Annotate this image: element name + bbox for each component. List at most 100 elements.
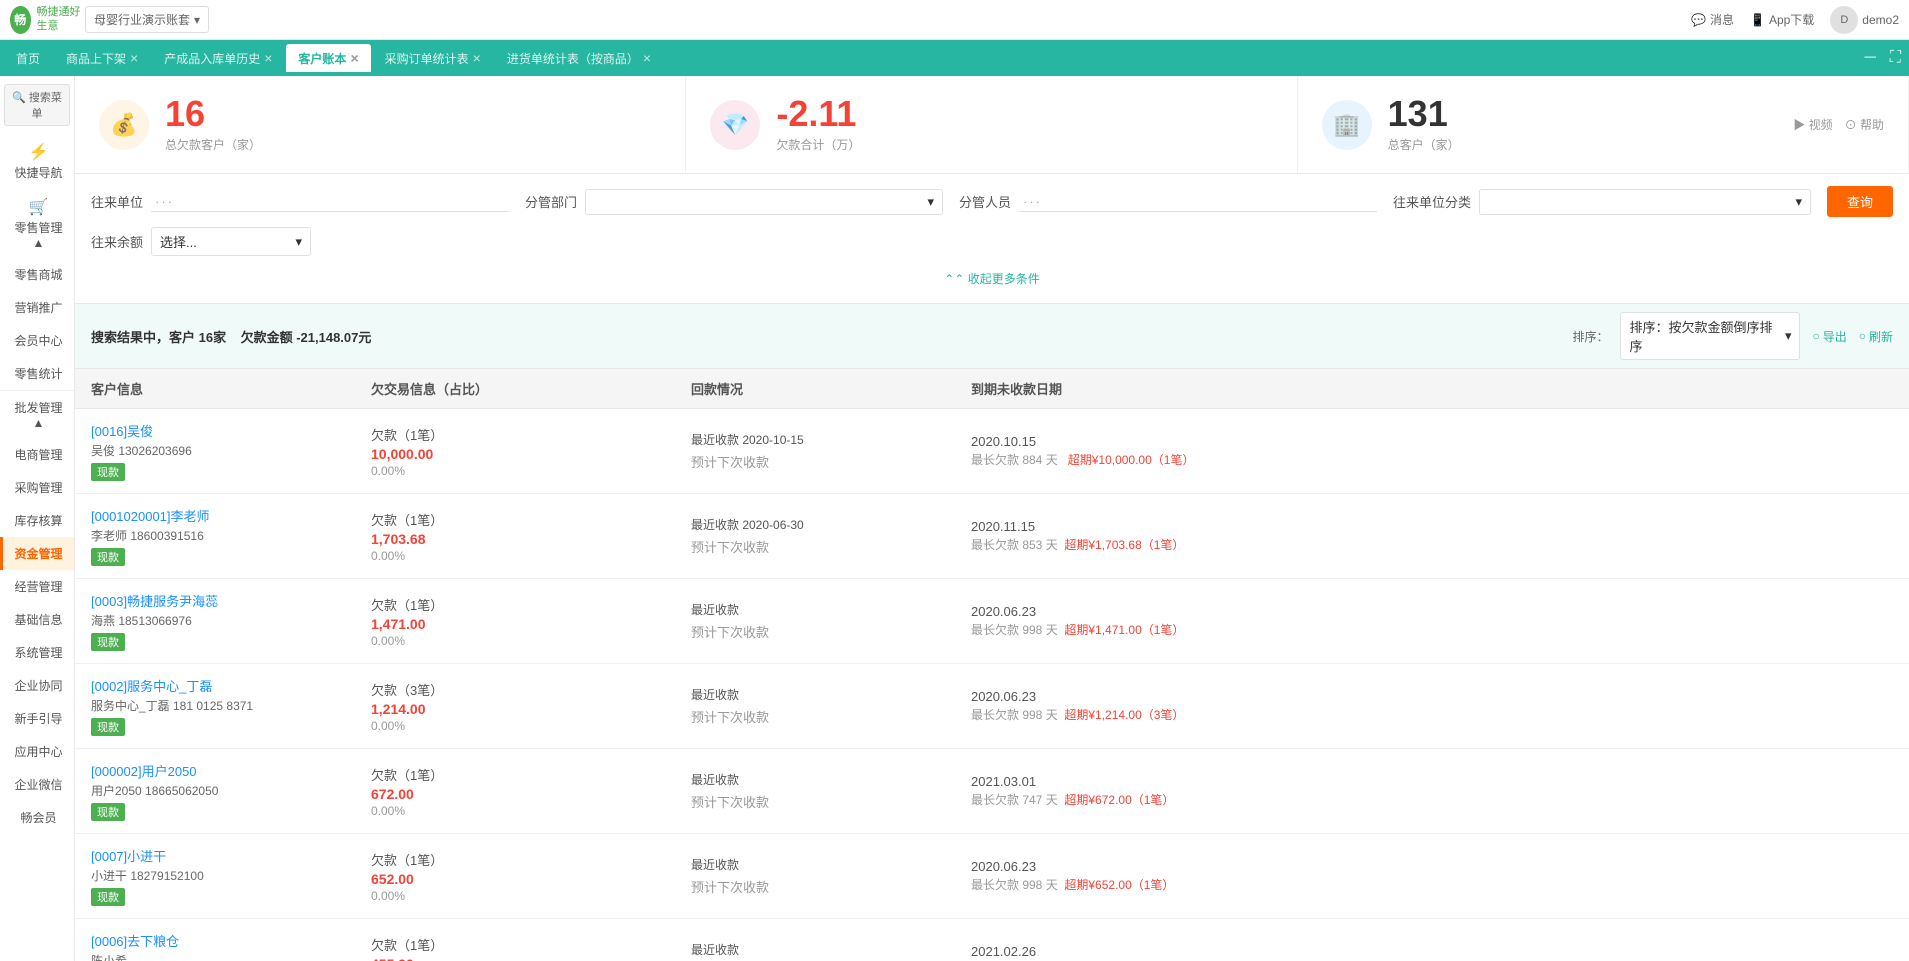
overdue-link[interactable]: 超期¥672.00（1笔） (1064, 793, 1174, 807)
data-table: 客户信息 欠交易信息（占比） 回款情况 到期未收款日期 [0016]吴俊 吴俊 … (75, 369, 1909, 961)
tab-close-purchase-order[interactable]: × (473, 51, 481, 65)
customer-name[interactable]: [000002]用户2050 (91, 761, 371, 780)
overdue-link[interactable]: 超期¥1,214.00（3笔） (1064, 708, 1184, 722)
chevron-down-icon: ▾ (194, 13, 200, 27)
user-menu[interactable]: D demo2 (1830, 6, 1899, 34)
tab-close-product-history[interactable]: × (264, 51, 272, 65)
customer-name[interactable]: [0001020001]李老师 (91, 506, 371, 525)
col-customer-info: 客户信息 (91, 379, 371, 398)
table-header: 客户信息 欠交易信息（占比） 回款情况 到期未收款日期 (75, 369, 1909, 409)
tab-close-import-stats[interactable]: × (643, 51, 651, 65)
sidebar-item-app-center[interactable]: 应用中心 (0, 735, 74, 768)
customer-tag: 现款 (91, 633, 125, 651)
overdue-cell: 2020.10.15 最长欠款 884 天 超期¥10,000.00（1笔） (971, 434, 1893, 468)
sidebar-item-batch-mgmt[interactable]: 批发管理 ▲ (0, 391, 74, 438)
tab-purchase-order[interactable]: 采购订单统计表 × (373, 44, 493, 72)
table-row: [0003]畅捷服务尹海蕊 海燕 18513066976 现款 欠款（1笔） 1… (75, 579, 1909, 664)
search-menu-button[interactable]: 🔍 搜索菜单 (4, 84, 70, 126)
stats-row: 💰 16 总欠款客户（家） 💎 -2.11 欠款合计（万） 🏢 131 总客户（… (75, 76, 1909, 174)
overdue-link[interactable]: 超期¥652.00（1笔） (1064, 878, 1174, 892)
sidebar-item-enterprise[interactable]: 企业协同 (0, 669, 74, 702)
table-row: [000002]用户2050 用户2050 18665062050 现款 欠款（… (75, 749, 1909, 834)
overdue-cell: 2021.03.01 最长欠款 747 天 超期¥672.00（1笔） (971, 774, 1893, 808)
results-bar: 搜索结果中，客户 16家 欠款金额 -21,148.07元 排序： 排序：按欠款… (75, 304, 1909, 369)
overdue-link[interactable]: 超期¥1,703.68（1笔） (1064, 538, 1184, 552)
quick-nav-icon: ⚡ (7, 142, 70, 162)
debt-customers-icon: 💰 (99, 100, 149, 150)
customer-name[interactable]: [0002]服务中心_丁磊 (91, 676, 371, 695)
expand-icon: ▲ (33, 236, 45, 250)
help-button[interactable]: ⊙ 帮助 (1845, 116, 1884, 133)
total-customers-label: 总客户（家） (1388, 136, 1460, 153)
overdue-cell: 2020.11.15 最长欠款 853 天 超期¥1,703.68（1笔） (971, 519, 1893, 553)
sidebar-item-new-guide[interactable]: 新手引导 (0, 702, 74, 735)
demo-selector[interactable]: 母婴行业演示账套 ▾ (85, 6, 209, 33)
debt-info-cell: 欠款（3笔） 1,214.00 0.00% (371, 680, 691, 733)
tab-minimize-button[interactable]: ─ (1860, 49, 1879, 67)
debt-customers-info: 16 总欠款客户（家） (165, 96, 261, 153)
export-icon: ○ (1812, 329, 1819, 343)
sidebar-item-system[interactable]: 系统管理 (0, 636, 74, 669)
sidebar-item-inventory[interactable]: 库存核算 (0, 504, 74, 537)
refresh-button[interactable]: ○ 刷新 (1859, 328, 1893, 345)
tab-product-history[interactable]: 产成品入库单历史 × (152, 44, 284, 72)
department-select[interactable]: ▾ (585, 189, 943, 215)
total-customers-info: 131 总客户（家） (1388, 96, 1460, 153)
tab-customer-account[interactable]: 客户账本 × (286, 44, 370, 72)
filter-area: 往来单位 ··· 分管部门 ▾ 分管人员 ··· (75, 174, 1909, 304)
filter-supplier: 往来单位 ··· (91, 192, 509, 212)
total-customers-value: 131 (1388, 96, 1460, 132)
category-select[interactable]: ▾ (1479, 189, 1811, 215)
main-content: 💰 16 总欠款客户（家） 💎 -2.11 欠款合计（万） 🏢 131 总客户（… (75, 76, 1909, 961)
sidebar-item-retail-mall[interactable]: 零售商城 (0, 258, 74, 291)
sidebar-item-member[interactable]: 会员中心 (0, 324, 74, 357)
overdue-link[interactable]: 超期¥1,471.00（1笔） (1064, 623, 1184, 637)
export-button[interactable]: ○ 导出 (1812, 328, 1846, 345)
sidebar-item-purchase[interactable]: 采购管理 (0, 471, 74, 504)
debt-amount-value: -2.11 (776, 96, 860, 132)
tab-import-stats[interactable]: 进货单统计表（按商品） × (495, 44, 663, 72)
tab-product-off[interactable]: 商品上下架 × (54, 44, 150, 72)
chevron-dept-icon: ▾ (927, 194, 934, 210)
filter-department: 分管部门 ▾ (525, 189, 943, 215)
col-overdue-date: 到期未收款日期 (971, 379, 1893, 398)
debt-info-cell: 欠款（1笔） 672.00 0.00% (371, 765, 691, 818)
sidebar-item-operations[interactable]: 经营管理 (0, 570, 74, 603)
sidebar-item-finance[interactable]: 资金管理 (0, 537, 74, 570)
sidebar-item-retail-stats[interactable]: 零售统计 (0, 357, 74, 390)
debt-info-cell: 欠款（1笔） 10,000.00 0.00% (371, 425, 691, 478)
tab-home[interactable]: 首页 (4, 44, 52, 72)
sidebar-item-vip-member[interactable]: 畅会员 (0, 801, 74, 834)
debt-customers-label: 总欠款客户（家） (165, 136, 261, 153)
tab-close-customer-account[interactable]: × (350, 51, 358, 65)
return-status-cell: 最近收款 预计下次收款 (691, 856, 971, 896)
balance-select[interactable]: 选择... ▾ (151, 227, 311, 256)
filter-category: 往来单位分类 ▾ (1393, 189, 1811, 215)
supplier-input[interactable]: ··· (155, 194, 174, 209)
sort-select[interactable]: 排序：按欠款金额倒序排序 ▾ (1620, 312, 1800, 360)
results-text: 搜索结果中，客户 16家 欠款金额 -21,148.07元 (91, 327, 371, 346)
customer-info-cell: [0007]小进干 小进干 18279152100 现款 (91, 846, 371, 906)
staff-input[interactable]: ··· (1023, 194, 1042, 209)
messages-button[interactable]: 💬 消息 (1691, 11, 1734, 28)
overdue-link[interactable]: 超期¥10,000.00（1笔） (1068, 453, 1195, 467)
customer-tag: 现款 (91, 803, 125, 821)
sidebar-item-marketing[interactable]: 营销推广 (0, 291, 74, 324)
sidebar-item-quick-nav[interactable]: ⚡ 快捷导航 (0, 134, 74, 189)
customer-phone: 小进干 18279152100 (91, 867, 371, 884)
sidebar-item-retail-mgmt[interactable]: 🛒 零售管理 ▲ (0, 189, 74, 258)
sidebar-item-enterprise-wechat[interactable]: 企业微信 (0, 768, 74, 801)
tab-close-product-off[interactable]: × (130, 51, 138, 65)
customer-name[interactable]: [0016]吴俊 (91, 421, 371, 440)
app-download-button[interactable]: 📱 App下载 (1750, 11, 1814, 28)
sidebar-item-basic-info[interactable]: 基础信息 (0, 603, 74, 636)
tab-expand-button[interactable]: ⛶ (1886, 49, 1905, 67)
filter-collapse-button[interactable]: ⌃⌃ 收起更多条件 (91, 266, 1893, 291)
customer-name[interactable]: [0003]畅捷服务尹海蕊 (91, 591, 371, 610)
stat-debt-amount: 💎 -2.11 欠款合计（万） (686, 76, 1297, 173)
sidebar-item-ecommerce[interactable]: 电商管理 (0, 438, 74, 471)
customer-name[interactable]: [0006]去下粮仓 (91, 931, 371, 950)
video-button[interactable]: ▶ 视频 (1793, 116, 1832, 133)
search-button[interactable]: 查询 (1827, 186, 1893, 217)
customer-name[interactable]: [0007]小进干 (91, 846, 371, 865)
